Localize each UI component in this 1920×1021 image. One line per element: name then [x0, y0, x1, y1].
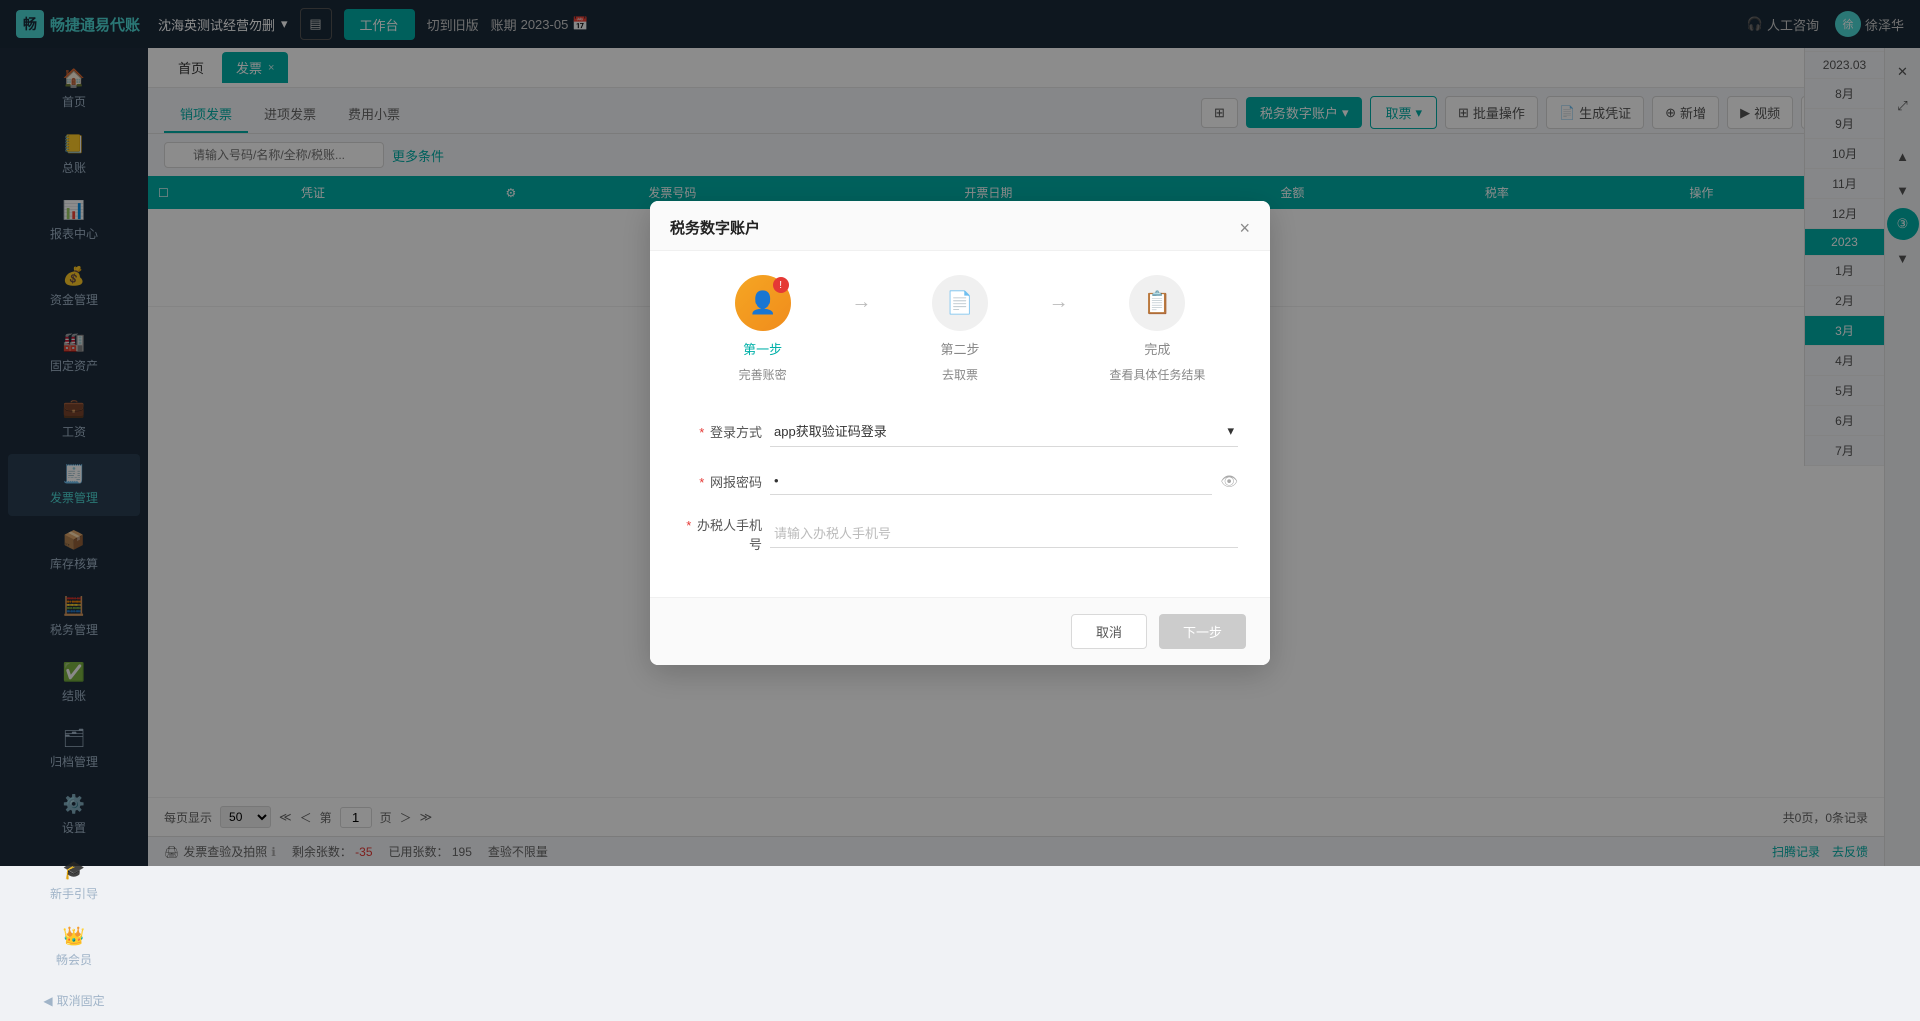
toggle-password-icon[interactable]: 👁	[1220, 473, 1238, 490]
step-2-label: 第二步	[940, 339, 979, 358]
sidebar-item-label: 畅会员	[56, 951, 92, 968]
step-2-circle: 📄	[932, 275, 988, 331]
pin-icon: ◀	[43, 994, 52, 1008]
step-1: 👤 ! 第一步 完善账密	[682, 275, 843, 383]
step-3-desc: 查看具体任务结果	[1109, 366, 1205, 383]
step-2-icon: 📄	[946, 290, 973, 316]
step-arrow-1: →	[843, 275, 879, 314]
password-label: * 网报密码	[682, 472, 762, 491]
step-1-icon: 👤	[749, 290, 776, 316]
step-1-desc: 完善账密	[739, 366, 787, 383]
login-method-row: * 登录方式 app获取验证码登录 ▾	[682, 415, 1238, 447]
step-1-circle: 👤 !	[735, 275, 791, 331]
modal-footer: 取消 下一步	[650, 597, 1270, 665]
login-method-label: * 登录方式	[682, 422, 762, 441]
phone-input[interactable]	[770, 520, 1238, 548]
cancel-button[interactable]: 取消	[1071, 614, 1147, 649]
phone-label: * 办税人手机号	[682, 515, 762, 553]
tax-digital-modal: 税务数字账户 × 👤 ! 第一步 完善账密 →	[650, 201, 1270, 665]
step-3-circle: 📋	[1129, 275, 1185, 331]
login-method-select[interactable]: app获取验证码登录 ▾	[770, 415, 1238, 447]
modal-overlay: 税务数字账户 × 👤 ! 第一步 完善账密 →	[0, 0, 1920, 866]
modal-title: 税务数字账户	[670, 217, 760, 238]
step-1-label: 第一步	[743, 339, 782, 358]
step-3-icon: 📋	[1144, 290, 1171, 316]
modal-body: 👤 ! 第一步 完善账密 → 📄 第二步 去取票 →	[650, 251, 1270, 597]
steps-row: 👤 ! 第一步 完善账密 → 📄 第二步 去取票 →	[682, 275, 1238, 383]
next-button[interactable]: 下一步	[1159, 614, 1246, 649]
login-method-value: app获取验证码登录	[774, 421, 887, 440]
step-1-badge: !	[773, 277, 789, 293]
modal-close-button[interactable]: ×	[1239, 219, 1250, 237]
vip-icon: 👑	[63, 926, 85, 947]
step-2-desc: 去取票	[942, 366, 978, 383]
password-input[interactable]	[770, 467, 1212, 495]
step-2: 📄 第二步 去取票	[879, 275, 1040, 383]
cancel-pin-button[interactable]: ◀ 取消固定	[0, 980, 148, 1021]
sidebar-item-label: 新手引导	[50, 885, 98, 902]
cancel-pin-label: 取消固定	[57, 992, 105, 1009]
sidebar-item-vip[interactable]: 👑 畅会员	[8, 916, 140, 978]
step-3: 📋 完成 查看具体任务结果	[1077, 275, 1238, 383]
phone-row: * 办税人手机号	[682, 515, 1238, 553]
step-3-label: 完成	[1144, 339, 1170, 358]
modal-header: 税务数字账户 ×	[650, 201, 1270, 251]
chevron-down-icon: ▾	[1227, 423, 1234, 439]
password-row: * 网报密码 👁	[682, 467, 1238, 495]
step-arrow-2: →	[1041, 275, 1077, 314]
